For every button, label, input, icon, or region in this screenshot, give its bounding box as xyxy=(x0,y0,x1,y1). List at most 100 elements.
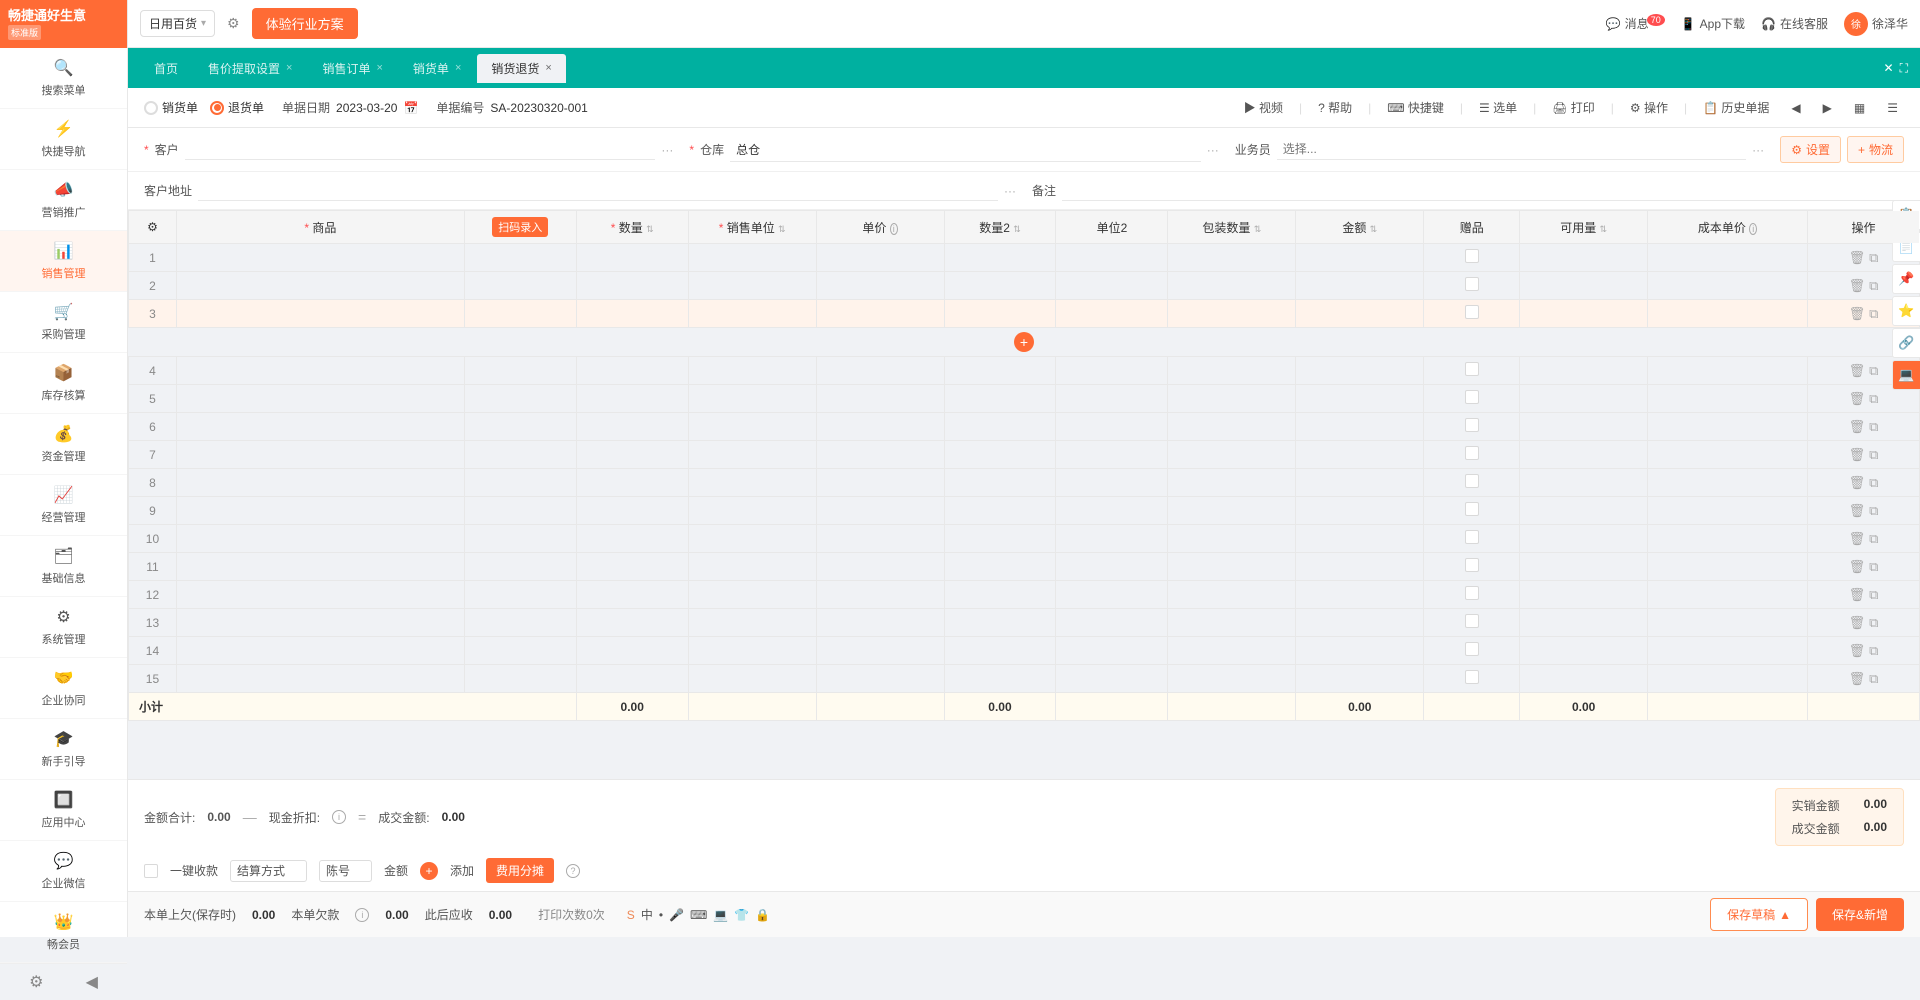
pack-qty-cell-2[interactable] xyxy=(1168,272,1296,300)
gift-cell-8[interactable] xyxy=(1424,469,1520,497)
th-scan[interactable]: 扫码录入 xyxy=(464,211,576,244)
cost-unit-cell-6[interactable] xyxy=(1648,413,1808,441)
sales-unit-cell-10[interactable] xyxy=(688,525,816,553)
tab-2[interactable]: 销售订单× xyxy=(308,54,396,83)
gift-checkbox-13[interactable] xyxy=(1465,614,1479,628)
delete-icon-5[interactable]: 🗑 xyxy=(1849,391,1866,407)
sidebar-item-apps[interactable]: 🔲 应用中心 xyxy=(0,780,127,841)
close-tab-icon[interactable]: ✕ xyxy=(1884,61,1894,76)
amount-cell-10[interactable] xyxy=(1296,525,1424,553)
sidebar-item-sales[interactable]: 📊 销售管理 xyxy=(0,231,127,292)
quantity-cell-9[interactable] xyxy=(576,497,688,525)
delete-icon-6[interactable]: 🗑 xyxy=(1849,419,1866,435)
delete-icon-4[interactable]: 🗑 xyxy=(1849,363,1866,379)
product-cell-13[interactable] xyxy=(176,609,464,637)
copy-icon-13[interactable]: ⧉ xyxy=(1869,615,1878,631)
copy-icon-14[interactable]: ⧉ xyxy=(1869,643,1878,659)
quantity-cell-4[interactable] xyxy=(576,357,688,385)
add-payment-button[interactable]: + xyxy=(420,862,438,880)
delete-icon-1[interactable]: 🗑 xyxy=(1849,250,1866,266)
gift-cell-5[interactable] xyxy=(1424,385,1520,413)
warehouse-select-dots[interactable]: ··· xyxy=(1207,143,1219,157)
product-cell-15[interactable] xyxy=(176,665,464,693)
pack-qty-cell-7[interactable] xyxy=(1168,441,1296,469)
fee-distribution-button[interactable]: 费用分摊 xyxy=(486,858,554,883)
pack-qty-cell-11[interactable] xyxy=(1168,553,1296,581)
salesperson-input[interactable] xyxy=(1277,139,1746,160)
quantity2-cell-5[interactable] xyxy=(944,385,1056,413)
tab-close-2[interactable]: × xyxy=(376,62,382,74)
return-order-radio[interactable]: 退货单 xyxy=(210,99,264,116)
cost-unit-cell-5[interactable] xyxy=(1648,385,1808,413)
gift-checkbox-2[interactable] xyxy=(1465,277,1479,291)
gift-cell-14[interactable] xyxy=(1424,637,1520,665)
sidebar-item-finance[interactable]: 💰 资金管理 xyxy=(0,414,127,475)
gift-cell-6[interactable] xyxy=(1424,413,1520,441)
sidebar-item-basic[interactable]: 🗂 基础信息 xyxy=(0,536,127,597)
settings-form-btn[interactable]: ⚙ 设置 xyxy=(1780,136,1841,163)
notification-item[interactable]: 💬 消息 70 xyxy=(1606,15,1665,32)
quantity-cell-15[interactable] xyxy=(576,665,688,693)
delete-icon-12[interactable]: 🗑 xyxy=(1849,587,1866,603)
copy-icon-5[interactable]: ⧉ xyxy=(1869,391,1878,407)
product-cell-5[interactable] xyxy=(176,385,464,413)
unit2-cell-7[interactable] xyxy=(1056,441,1168,469)
copy-icon-2[interactable]: ⧉ xyxy=(1869,278,1878,294)
unit2-cell-4[interactable] xyxy=(1056,357,1168,385)
unit-price-cell-6[interactable] xyxy=(816,413,944,441)
help-btn[interactable]: ? 帮助 xyxy=(1312,96,1358,119)
available-cell-7[interactable] xyxy=(1520,441,1648,469)
quantity2-cell-11[interactable] xyxy=(944,553,1056,581)
quick-action-4[interactable]: ⭐ xyxy=(1892,296,1920,326)
logistics-btn[interactable]: + 物流 xyxy=(1847,136,1904,163)
product-cell-6[interactable] xyxy=(176,413,464,441)
sales-unit-cell-8[interactable] xyxy=(688,469,816,497)
warehouse-value[interactable]: 总仓 xyxy=(730,138,1201,162)
quantity-cell-8[interactable] xyxy=(576,469,688,497)
unit-price-cell-5[interactable] xyxy=(816,385,944,413)
one-click-checkbox[interactable] xyxy=(144,864,158,878)
grid-view-icon[interactable]: ▦ xyxy=(1848,98,1871,118)
tab-4[interactable]: 销货退货× xyxy=(477,54,565,83)
available-cell-10[interactable] xyxy=(1520,525,1648,553)
delete-icon-2[interactable]: 🗑 xyxy=(1849,278,1866,294)
quantity-cell-5[interactable] xyxy=(576,385,688,413)
available-cell-9[interactable] xyxy=(1520,497,1648,525)
quantity-cell-12[interactable] xyxy=(576,581,688,609)
product-cell-11[interactable] xyxy=(176,553,464,581)
sales-unit-cell-3[interactable] xyxy=(688,300,816,328)
copy-icon-4[interactable]: ⧉ xyxy=(1869,363,1878,379)
method-select[interactable]: 结算方式 xyxy=(230,860,307,882)
unit2-cell-1[interactable] xyxy=(1056,244,1168,272)
unit-price-cell-15[interactable] xyxy=(816,665,944,693)
quantity-cell-1[interactable] xyxy=(576,244,688,272)
gear-icon[interactable]: ⚙ xyxy=(223,11,244,36)
sale-order-radio[interactable]: 销货单 xyxy=(144,99,198,116)
available-cell-13[interactable] xyxy=(1520,609,1648,637)
product-cell-9[interactable] xyxy=(176,497,464,525)
quantity-cell-11[interactable] xyxy=(576,553,688,581)
sidebar-item-newbie[interactable]: 🎓 新手引导 xyxy=(0,719,127,780)
available-cell-5[interactable] xyxy=(1520,385,1648,413)
collapse-icon[interactable]: ◀ xyxy=(86,972,98,992)
gift-checkbox-7[interactable] xyxy=(1465,446,1479,460)
save-new-button[interactable]: 保存&新增 xyxy=(1816,898,1904,931)
copy-icon-9[interactable]: ⧉ xyxy=(1869,503,1878,519)
gift-checkbox-8[interactable] xyxy=(1465,474,1479,488)
copy-icon-1[interactable]: ⧉ xyxy=(1869,250,1878,266)
pack-qty-cell-6[interactable] xyxy=(1168,413,1296,441)
quantity2-cell-6[interactable] xyxy=(944,413,1056,441)
available-cell-15[interactable] xyxy=(1520,665,1648,693)
cost-unit-cell-9[interactable] xyxy=(1648,497,1808,525)
quantity2-cell-13[interactable] xyxy=(944,609,1056,637)
product-cell-3[interactable] xyxy=(176,300,464,328)
quick-action-3[interactable]: 📌 xyxy=(1892,264,1920,294)
product-cell-10[interactable] xyxy=(176,525,464,553)
fee-info-icon[interactable]: ? xyxy=(566,864,580,878)
unit2-cell-12[interactable] xyxy=(1056,581,1168,609)
unit2-cell-10[interactable] xyxy=(1056,525,1168,553)
delete-icon-13[interactable]: 🗑 xyxy=(1849,615,1866,631)
gift-cell-12[interactable] xyxy=(1424,581,1520,609)
unit-price-cell-1[interactable] xyxy=(816,244,944,272)
quantity2-cell-10[interactable] xyxy=(944,525,1056,553)
